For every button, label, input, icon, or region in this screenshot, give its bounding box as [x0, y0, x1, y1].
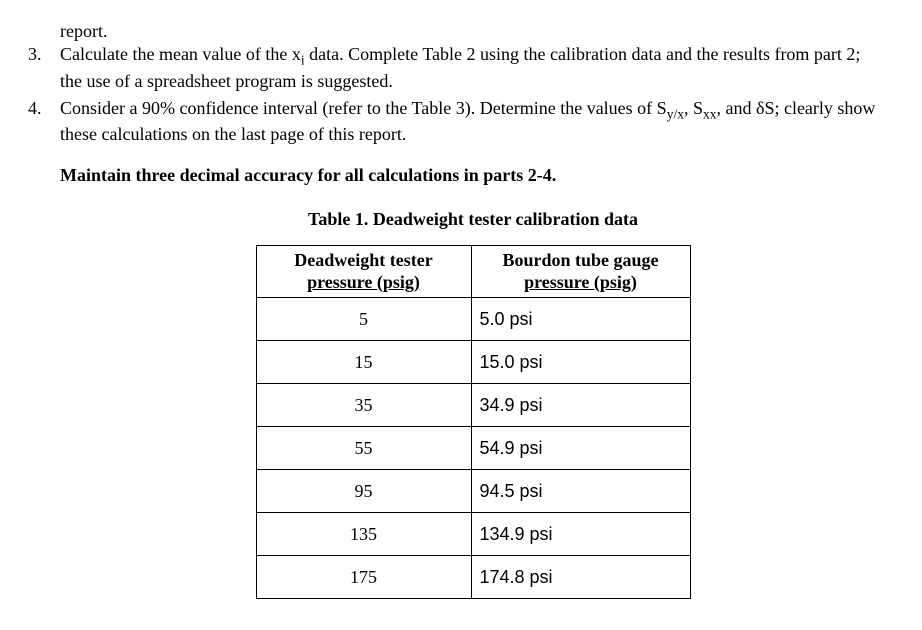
cell-deadweight: 5	[256, 298, 471, 341]
table-caption: Table 1. Deadweight tester calibration d…	[60, 208, 886, 231]
cell-bourdon: 54.9 psi	[471, 427, 690, 470]
table-row: 55 54.9 psi	[256, 427, 690, 470]
cell-deadweight: 35	[256, 384, 471, 427]
cell-deadweight: 15	[256, 341, 471, 384]
cell-bourdon: 15.0 psi	[471, 341, 690, 384]
table-row: 175 174.8 psi	[256, 556, 690, 599]
truncated-line: report.	[28, 20, 886, 43]
header-text: Deadweight tester	[294, 250, 432, 270]
header-text: pressure (psig)	[524, 272, 637, 292]
cell-deadweight: 175	[256, 556, 471, 599]
table-row: 5 5.0 psi	[256, 298, 690, 341]
col-header-bourdon: Bourdon tube gauge pressure (psig)	[471, 246, 690, 298]
item-text: Consider a 90% confidence interval (refe…	[60, 97, 886, 147]
list-item: 3. Calculate the mean value of the xi da…	[60, 43, 886, 93]
table-row: 135 134.9 psi	[256, 513, 690, 556]
cell-deadweight: 55	[256, 427, 471, 470]
item-text: Calculate the mean value of the xi data.…	[60, 43, 886, 93]
cell-bourdon: 34.9 psi	[471, 384, 690, 427]
bold-instruction: Maintain three decimal accuracy for all …	[60, 164, 886, 187]
table-body: 5 5.0 psi 15 15.0 psi 35 34.9 psi 55 54.…	[256, 298, 690, 599]
item-number: 4.	[28, 97, 60, 147]
list-item: 4. Consider a 90% confidence interval (r…	[60, 97, 886, 147]
calibration-table: Deadweight tester pressure (psig) Bourdo…	[256, 245, 691, 599]
cell-bourdon: 5.0 psi	[471, 298, 690, 341]
cell-bourdon: 174.8 psi	[471, 556, 690, 599]
header-text: Bourdon tube gauge	[502, 250, 658, 270]
table-header-row: Deadweight tester pressure (psig) Bourdo…	[256, 246, 690, 298]
header-text: pressure (psig)	[307, 272, 420, 292]
cell-bourdon: 134.9 psi	[471, 513, 690, 556]
table-row: 15 15.0 psi	[256, 341, 690, 384]
col-header-deadweight: Deadweight tester pressure (psig)	[256, 246, 471, 298]
table-row: 35 34.9 psi	[256, 384, 690, 427]
table-row: 95 94.5 psi	[256, 470, 690, 513]
cell-bourdon: 94.5 psi	[471, 470, 690, 513]
cell-deadweight: 95	[256, 470, 471, 513]
item-number: 3.	[28, 43, 60, 93]
cell-deadweight: 135	[256, 513, 471, 556]
